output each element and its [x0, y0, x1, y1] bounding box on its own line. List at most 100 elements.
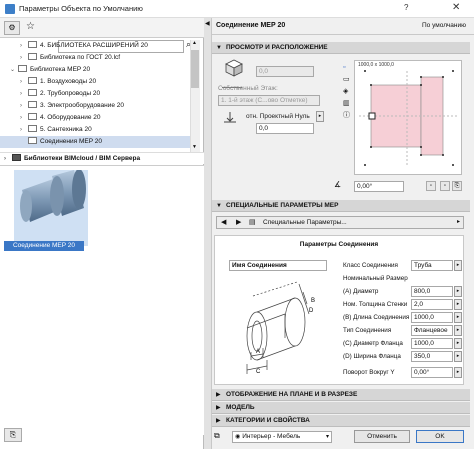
- dropdown-arrow-icon[interactable]: ▸: [454, 325, 462, 336]
- tree-item-ducts[interactable]: › 1. Воздуховоды 20: [0, 76, 190, 88]
- home-story-label: Собственный Этаж:: [218, 85, 278, 92]
- param-label: Класс Соединения: [343, 262, 398, 269]
- dropdown-arrow-icon[interactable]: ▸: [454, 367, 462, 378]
- connection-type-field[interactable]: Фланцевое: [411, 325, 453, 336]
- dropdown-arrow-icon[interactable]: ▸: [454, 260, 462, 271]
- offset-field[interactable]: 0,0: [256, 123, 314, 134]
- library-view-button[interactable]: ⚙: [4, 21, 20, 35]
- dim-label-c: C: [256, 369, 261, 374]
- close-button[interactable]: ✕: [452, 2, 460, 13]
- object-preview[interactable]: 1000,0 x 1000,0: [354, 60, 462, 175]
- title-bar: Параметры Объекта по Умолчанию ? ✕: [0, 0, 474, 18]
- param-label: (B) Длина Соединения: [343, 314, 410, 321]
- favorites-star-icon[interactable]: ☆: [26, 21, 35, 33]
- chevron-right-icon[interactable]: ›: [20, 100, 28, 112]
- tree-scrollbar-thumb[interactable]: [191, 50, 199, 88]
- library-manager-button[interactable]: ⎘: [4, 428, 22, 442]
- chevron-down-icon[interactable]: ⌄: [10, 64, 18, 76]
- height-field[interactable]: 0,0: [256, 66, 314, 77]
- connection-name-field[interactable]: Имя Соединения: [229, 260, 327, 271]
- collapse-left-icon[interactable]: ◀: [205, 20, 210, 27]
- section-header-preview[interactable]: ▼ ПРОСМОТР И РАСПОЛОЖЕНИЕ: [212, 42, 470, 54]
- param-label: Тип Соединения: [343, 327, 392, 334]
- connection-class-field[interactable]: Труба: [411, 260, 453, 271]
- chevron-right-icon[interactable]: ›: [20, 76, 28, 88]
- section-header-categories[interactable]: ▶ КАТЕГОРИИ И СВОЙСТВА: [212, 415, 470, 427]
- divider: [212, 34, 474, 35]
- 3d-view-icon[interactable]: ◈: [343, 86, 350, 98]
- side-view-icon[interactable]: ▥: [343, 98, 350, 110]
- thumbnail-label[interactable]: Соединение MEP 20: [4, 241, 84, 251]
- rotation-y-field[interactable]: 0,00°: [411, 367, 453, 378]
- dropdown-arrow-icon[interactable]: ▸: [454, 299, 462, 310]
- offset-dropdown-button[interactable]: ▸: [316, 111, 324, 122]
- mep-page-selector[interactable]: ◀ ▶ ▤ Специальные Параметры... ▸: [216, 216, 464, 229]
- tree-item-extensions[interactable]: › 4. БИБЛИОТЕКА РАСШИРЕНИЙ 20: [0, 40, 190, 52]
- tree-item-mep-library[interactable]: ⌄ Библиотека MEP 20: [0, 64, 190, 76]
- object-thumbnail[interactable]: [14, 169, 88, 246]
- tree-item-mep-connections[interactable]: Соединения MEP 20: [0, 136, 190, 148]
- rotation-angle-field[interactable]: 0,00°: [354, 181, 404, 192]
- dim-label-a: A: [256, 349, 260, 355]
- param-label: Поворот Вокруг Y: [343, 369, 395, 376]
- chevron-right-icon[interactable]: ›: [4, 153, 12, 165]
- connection-length-field[interactable]: 1000,0: [411, 312, 453, 323]
- section-header-plan[interactable]: ▶ ОТОБРАЖЕНИЕ НА ПЛАНЕ И В РАЗРЕЗЕ: [212, 389, 470, 401]
- wall-thickness-field[interactable]: 2,0: [411, 299, 453, 310]
- dim-label-b: B: [311, 298, 315, 304]
- ok-button[interactable]: OK: [416, 430, 464, 443]
- chevron-right-icon[interactable]: ›: [20, 124, 28, 136]
- chevron-right-icon: ▶: [216, 405, 221, 411]
- folder-icon: [28, 88, 37, 96]
- tree-item-pipes[interactable]: › 2. Трубопроводы 20: [0, 88, 190, 100]
- next-icon[interactable]: ▶: [236, 218, 241, 226]
- dim-label-d: D: [309, 308, 314, 314]
- plan-view-icon[interactable]: ▫: [343, 62, 350, 74]
- previous-icon[interactable]: ◀: [221, 218, 226, 226]
- chevron-right-icon[interactable]: ›: [20, 88, 28, 100]
- tree-item-equipment[interactable]: › 4. Оборудование 20: [0, 112, 190, 124]
- diameter-field[interactable]: 800,0: [411, 286, 453, 297]
- mirror-y-icon[interactable]: ▫: [440, 181, 450, 191]
- param-label: (D) Ширина Фланца: [343, 353, 401, 360]
- dropdown-arrow-icon[interactable]: ▸: [454, 351, 462, 362]
- dropdown-arrow-icon[interactable]: ▸: [454, 338, 462, 349]
- offset-icon: [222, 110, 238, 124]
- folder-icon: [28, 40, 37, 48]
- chevron-down-icon: ▼: [216, 45, 222, 51]
- front-view-icon[interactable]: ▭: [343, 74, 350, 86]
- layer-select[interactable]: ◉ Интерьер - Мебель ▾: [232, 431, 332, 443]
- tree-item-plumbing[interactable]: › 5. Сантехника 20: [0, 124, 190, 136]
- cancel-button[interactable]: Отменить: [354, 430, 410, 443]
- chevron-right-icon[interactable]: ›: [20, 112, 28, 124]
- chevron-right-icon[interactable]: ›: [20, 40, 28, 52]
- section-header-model[interactable]: ▶ МОДЕЛЬ: [212, 402, 470, 414]
- object-title: Соединение MEP 20: [216, 22, 286, 29]
- connection-diagram-icon: B D A C: [246, 281, 315, 374]
- rotation-angle-icon: ∡: [334, 180, 342, 189]
- param-label: Номинальный Размер: [343, 275, 408, 282]
- scroll-down-icon[interactable]: ▼: [192, 144, 197, 150]
- tree-item-gost[interactable]: › Библиотека по ГОСТ 20.lcf: [0, 52, 190, 64]
- flange-width-field[interactable]: 350,0: [411, 351, 453, 362]
- app-icon: [5, 4, 15, 14]
- help-button[interactable]: ?: [404, 3, 408, 12]
- dropdown-arrow-icon[interactable]: ▸: [457, 218, 460, 225]
- scroll-up-icon[interactable]: ▲: [192, 40, 197, 46]
- chevron-right-icon: ▶: [216, 418, 221, 424]
- window-title: Параметры Объекта по Умолчанию: [19, 4, 143, 13]
- home-story-select[interactable]: 1. 1-й этаж (С...ово Отметке): [218, 95, 320, 106]
- info-icon[interactable]: ⓘ: [343, 110, 350, 122]
- section-header-mep[interactable]: ▼ СПЕЦИАЛЬНЫЕ ПАРАМЕТРЫ MEP: [212, 200, 470, 212]
- dropdown-arrow-icon[interactable]: ▸: [454, 286, 462, 297]
- copy-icon[interactable]: ⎘: [452, 181, 462, 191]
- mirror-icon[interactable]: ▫: [426, 181, 436, 191]
- panel-splitter[interactable]: ◀: [204, 18, 212, 449]
- chevron-right-icon[interactable]: ›: [20, 52, 28, 64]
- param-label: (A) Диаметр: [343, 288, 379, 295]
- flange-diameter-field[interactable]: 1000,0: [411, 338, 453, 349]
- tree-item-electrical[interactable]: › 3. Электрооборудование 20: [0, 100, 190, 112]
- tree-item-bimcloud[interactable]: › Библиотеки BIMcloud / BIM Сервера: [0, 152, 204, 164]
- folder-icon: [28, 76, 37, 84]
- dropdown-arrow-icon[interactable]: ▸: [454, 312, 462, 323]
